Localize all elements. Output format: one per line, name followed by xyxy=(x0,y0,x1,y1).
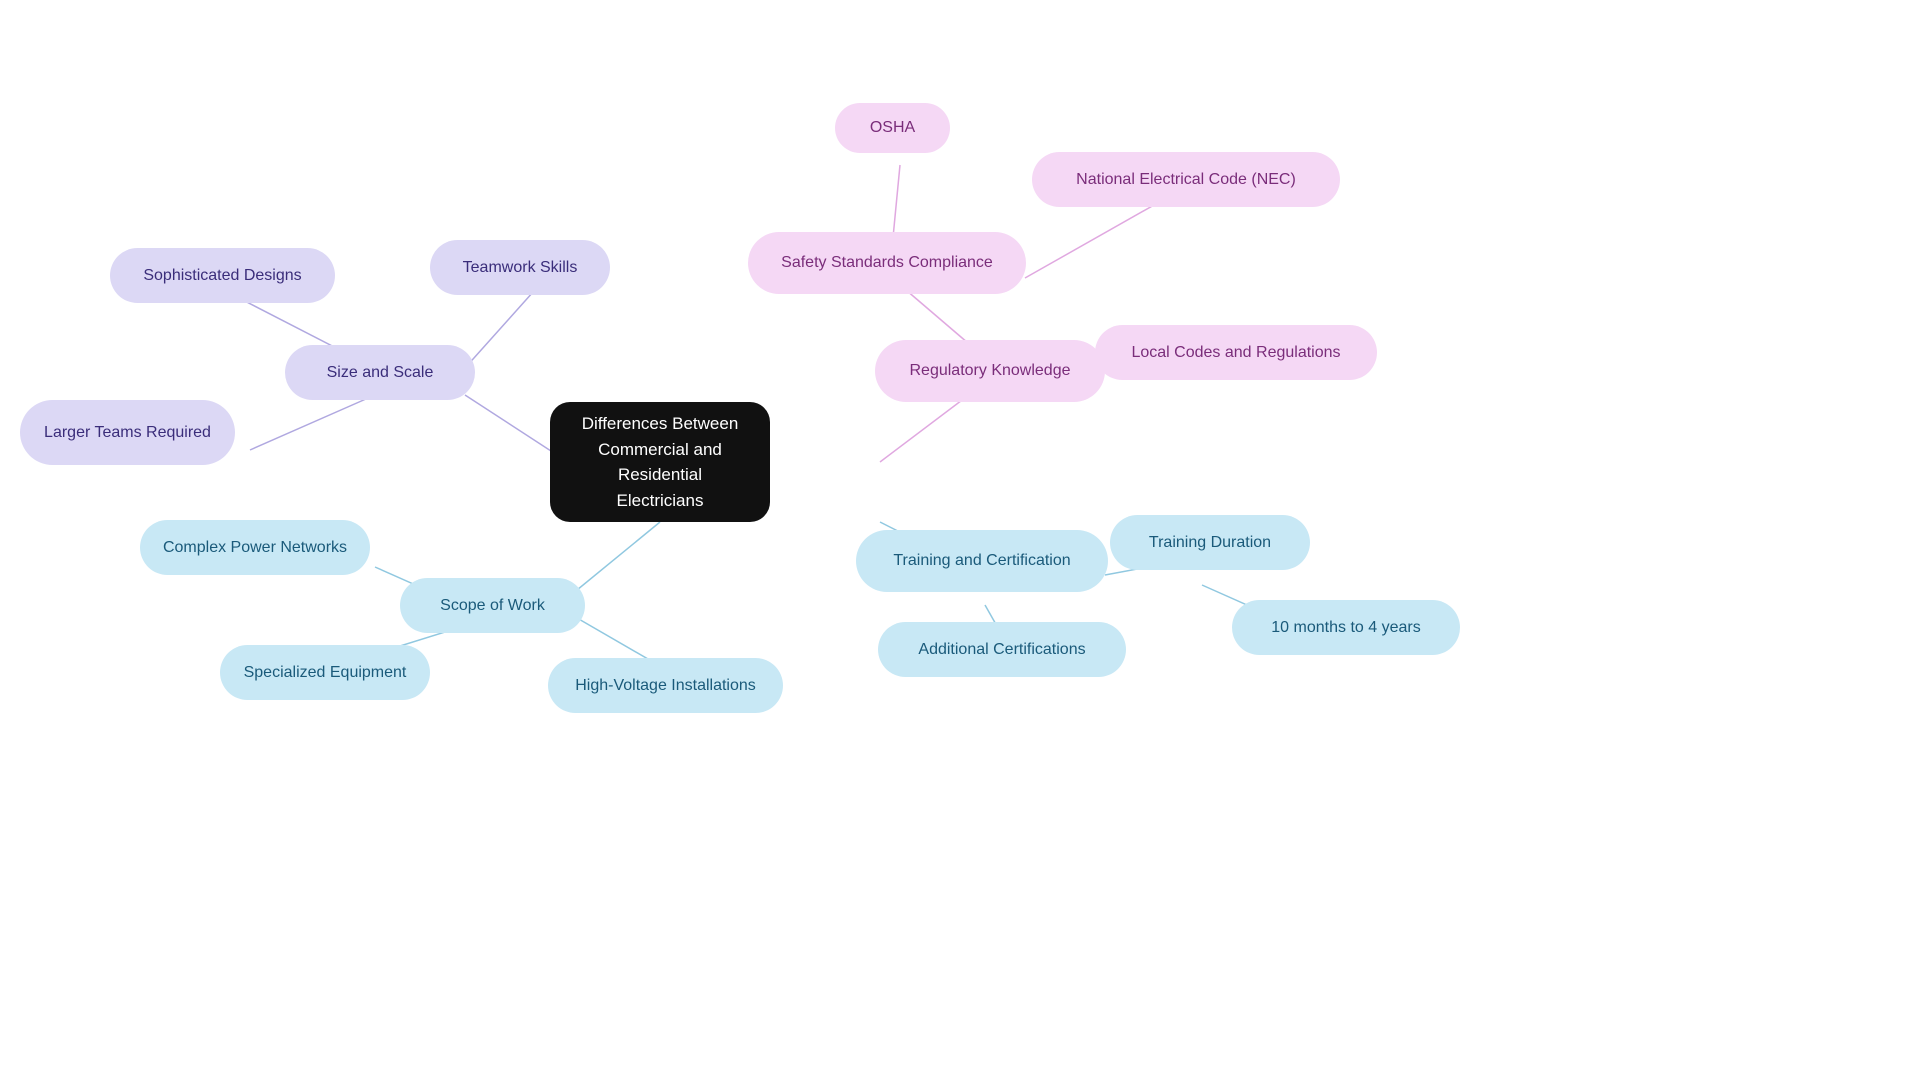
osha-node: OSHA xyxy=(835,103,950,153)
training-label: Training and Certification xyxy=(893,552,1070,570)
larger-teams-label: Larger Teams Required xyxy=(44,424,211,442)
regulatory-label: Regulatory Knowledge xyxy=(910,362,1071,380)
training-certification-node: Training and Certification xyxy=(856,530,1108,592)
scope-label: Scope of Work xyxy=(440,597,545,615)
nec-label: National Electrical Code (NEC) xyxy=(1076,171,1296,189)
sophisticated-designs-node: Sophisticated Designs xyxy=(110,248,335,303)
months-years-node: 10 months to 4 years xyxy=(1232,600,1460,655)
high-voltage-node: High-Voltage Installations xyxy=(548,658,783,713)
specialized-label: Specialized Equipment xyxy=(244,664,407,682)
sophisticated-label: Sophisticated Designs xyxy=(143,267,301,285)
teamwork-skills-node: Teamwork Skills xyxy=(430,240,610,295)
regulatory-knowledge-node: Regulatory Knowledge xyxy=(875,340,1105,402)
safety-standards-node: Safety Standards Compliance xyxy=(748,232,1026,294)
additional-cert-label: Additional Certifications xyxy=(918,641,1085,659)
duration-label: Training Duration xyxy=(1149,534,1271,552)
high-voltage-label: High-Voltage Installations xyxy=(575,677,756,695)
complex-label: Complex Power Networks xyxy=(163,539,347,557)
larger-teams-node: Larger Teams Required xyxy=(20,400,235,465)
teamwork-label: Teamwork Skills xyxy=(463,259,578,277)
scope-of-work-node: Scope of Work xyxy=(400,578,585,633)
safety-label: Safety Standards Compliance xyxy=(781,254,993,272)
nec-node: National Electrical Code (NEC) xyxy=(1032,152,1340,207)
complex-power-node: Complex Power Networks xyxy=(140,520,370,575)
training-duration-node: Training Duration xyxy=(1110,515,1310,570)
local-codes-label: Local Codes and Regulations xyxy=(1131,344,1340,362)
size-scale-label: Size and Scale xyxy=(327,364,434,382)
local-codes-node: Local Codes and Regulations xyxy=(1095,325,1377,380)
additional-cert-node: Additional Certifications xyxy=(878,622,1126,677)
size-scale-node: Size and Scale xyxy=(285,345,475,400)
osha-label: OSHA xyxy=(870,119,915,137)
months-years-label: 10 months to 4 years xyxy=(1271,619,1420,637)
center-node: Differences Between Commercial and Resid… xyxy=(550,402,770,522)
specialized-equipment-node: Specialized Equipment xyxy=(220,645,430,700)
center-label: Differences Between Commercial and Resid… xyxy=(568,411,752,513)
